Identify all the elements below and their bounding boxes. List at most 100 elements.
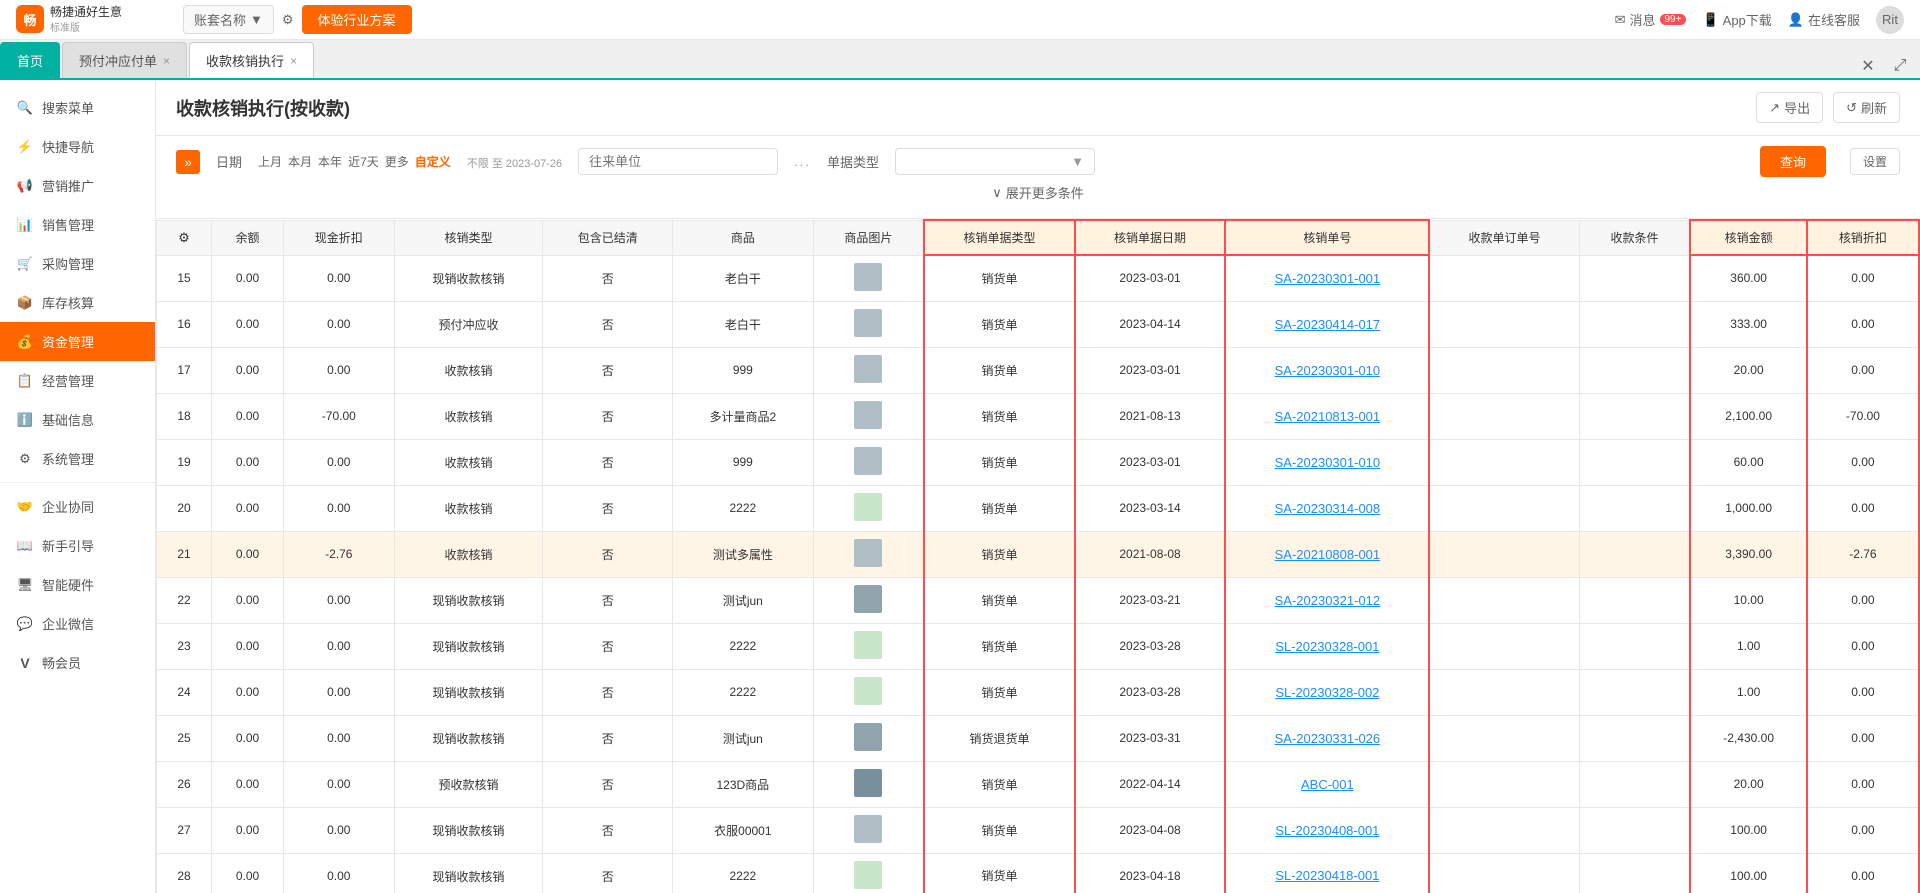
date-7days[interactable]: 近7天 [348,153,379,170]
sidebar-item-inventory[interactable]: 📦 库存核算 [0,283,155,322]
date-last-month[interactable]: 上月 [258,153,282,170]
receipt-type-select[interactable]: ▼ [895,148,1095,175]
date-more[interactable]: 更多 [385,153,409,170]
sidebar-item-marketing[interactable]: 📢 营销推广 [0,166,155,205]
cell-receipt-cond [1579,577,1690,623]
cell-goods-img [813,761,924,807]
sidebar-item-quicknav[interactable]: ⚡ 快捷导航 [0,127,155,166]
cell-balance: 0.00 [212,761,284,807]
sidebar-label-quicknav: 快捷导航 [42,137,94,156]
cell-discount: 0.00 [1807,715,1919,761]
sidebar-item-system[interactable]: ⚙ 系统管理 [0,439,155,478]
cell-include-cleared: 否 [543,807,673,853]
cell-doc-no[interactable]: SA-20210808-001 [1225,531,1429,577]
cell-cash-discount: 0.00 [284,761,394,807]
page-header: 收款核销执行(按收款) ↗ 导出 ↺ 刷新 [156,80,1920,136]
table-row: 15 0.00 0.00 现销收款核销 否 老白干 销货单 2023-03-01… [157,255,1920,301]
cell-doc-no[interactable]: SL-20230328-002 [1225,669,1429,715]
cell-receipt-order [1429,301,1579,347]
cell-doc-no[interactable]: SA-20230314-008 [1225,485,1429,531]
finance-icon: 💰 [16,333,34,351]
user-avatar[interactable]: Rit [1876,6,1904,34]
from-unit-input[interactable] [578,148,778,175]
app-download-item[interactable]: 📱 App下载 [1702,10,1771,29]
cell-receipt-order [1429,623,1579,669]
message-label: 消息 [1629,10,1655,29]
sidebar-item-purchase[interactable]: 🛒 采购管理 [0,244,155,283]
cell-amount: -2,430.00 [1690,715,1806,761]
cell-balance: 0.00 [212,623,284,669]
cell-doc-type: 销货单 [924,623,1075,669]
prepay-tab-close[interactable]: × [163,54,170,68]
query-button[interactable]: 查询 [1760,146,1826,177]
cell-doc-no[interactable]: SA-20230301-010 [1225,439,1429,485]
cell-doc-type: 销货单 [924,485,1075,531]
cell-doc-no[interactable]: SA-20230301-001 [1225,255,1429,301]
tab-prepay[interactable]: 预付冲应付单 × [62,42,187,78]
sidebar-item-finance[interactable]: 💰 资金管理 [0,322,155,361]
cell-writeoff-type: 现销收款核销 [394,807,543,853]
app-label: App下载 [1723,10,1772,29]
cell-goods: 老白干 [673,255,813,301]
cell-discount: 0.00 [1807,347,1919,393]
cell-include-cleared: 否 [543,439,673,485]
cell-doc-no[interactable]: SA-20230301-010 [1225,347,1429,393]
cell-doc-no[interactable]: SL-20230328-001 [1225,623,1429,669]
cell-doc-no[interactable]: SA-20230414-017 [1225,301,1429,347]
cell-doc-date: 2023-03-28 [1075,623,1226,669]
settings-button[interactable]: 设置 [1850,148,1900,175]
sidebar-item-search[interactable]: 🔍 搜索菜单 [0,88,155,127]
expand-more-button[interactable]: ∨ 展开更多条件 [992,183,1084,202]
cell-cash-discount: 0.00 [284,669,394,715]
sidebar-item-sales[interactable]: 📊 销售管理 [0,205,155,244]
th-doc-no: 核销单号 [1225,220,1429,255]
cell-doc-date: 2021-08-08 [1075,531,1226,577]
tab-close-all[interactable]: ✕ [1856,54,1880,78]
industry-button[interactable]: 体验行业方案 [302,5,412,34]
th-settings[interactable]: ⚙ [157,220,212,255]
table-row: 23 0.00 0.00 现销收款核销 否 2222 销货单 2023-03-2… [157,623,1920,669]
cell-num: 22 [157,577,212,623]
gear-icon[interactable]: ⚙ [282,12,294,28]
quicknav-icon: ⚡ [16,138,34,156]
date-this-month[interactable]: 本月 [288,153,312,170]
cell-receipt-cond [1579,393,1690,439]
cell-goods: 测试jun [673,577,813,623]
cell-doc-type: 销货单 [924,577,1075,623]
cell-doc-no[interactable]: SL-20230408-001 [1225,807,1429,853]
table-row: 18 0.00 -70.00 收款核销 否 多计量商品2 销货单 2021-08… [157,393,1920,439]
sidebar-item-wechat[interactable]: 💬 企业微信 [0,604,155,643]
cell-doc-no[interactable]: SA-20230331-026 [1225,715,1429,761]
sidebar-label-sales: 销售管理 [42,215,94,234]
tab-maximize[interactable]: ⤢ [1888,54,1912,78]
cell-writeoff-type: 预收款核销 [394,761,543,807]
sidebar-item-management[interactable]: 📋 经营管理 [0,361,155,400]
cell-writeoff-type: 收款核销 [394,393,543,439]
cell-doc-no[interactable]: SA-20210813-001 [1225,393,1429,439]
export-button[interactable]: ↗ 导出 [1756,92,1823,123]
tab-writeoff[interactable]: 收款核销执行 × [189,42,314,78]
date-this-year[interactable]: 本年 [318,153,342,170]
cell-doc-no[interactable]: SL-20230418-001 [1225,853,1429,893]
refresh-button[interactable]: ↺ 刷新 [1833,92,1900,123]
tab-home[interactable]: 首页 [0,42,60,78]
sidebar-item-basic[interactable]: ℹ️ 基础信息 [0,400,155,439]
cell-receipt-order [1429,853,1579,893]
cell-doc-no[interactable]: ABC-001 [1225,761,1429,807]
message-item[interactable]: ✉ 消息 99+ [1615,10,1687,29]
cell-cash-discount: -70.00 [284,393,394,439]
sidebar-item-guide[interactable]: 📖 新手引导 [0,526,155,565]
cell-receipt-cond [1579,669,1690,715]
date-custom[interactable]: 自定义 [415,153,451,170]
sidebar-item-hardware[interactable]: 🖥 智能硬件 [0,565,155,604]
writeoff-tab-close[interactable]: × [290,54,297,68]
filter-toggle-button[interactable]: » [176,150,200,174]
cell-cash-discount: -2.76 [284,531,394,577]
account-selector[interactable]: 账套名称 ▼ [183,5,274,34]
cell-doc-no[interactable]: SA-20230321-012 [1225,577,1429,623]
cell-num: 28 [157,853,212,893]
online-service-item[interactable]: 👤 在线客服 [1788,10,1860,29]
sidebar-item-cooperation[interactable]: 🤝 企业协同 [0,487,155,526]
cell-goods-img [813,485,924,531]
sidebar-item-member[interactable]: V 畅会员 [0,643,155,682]
